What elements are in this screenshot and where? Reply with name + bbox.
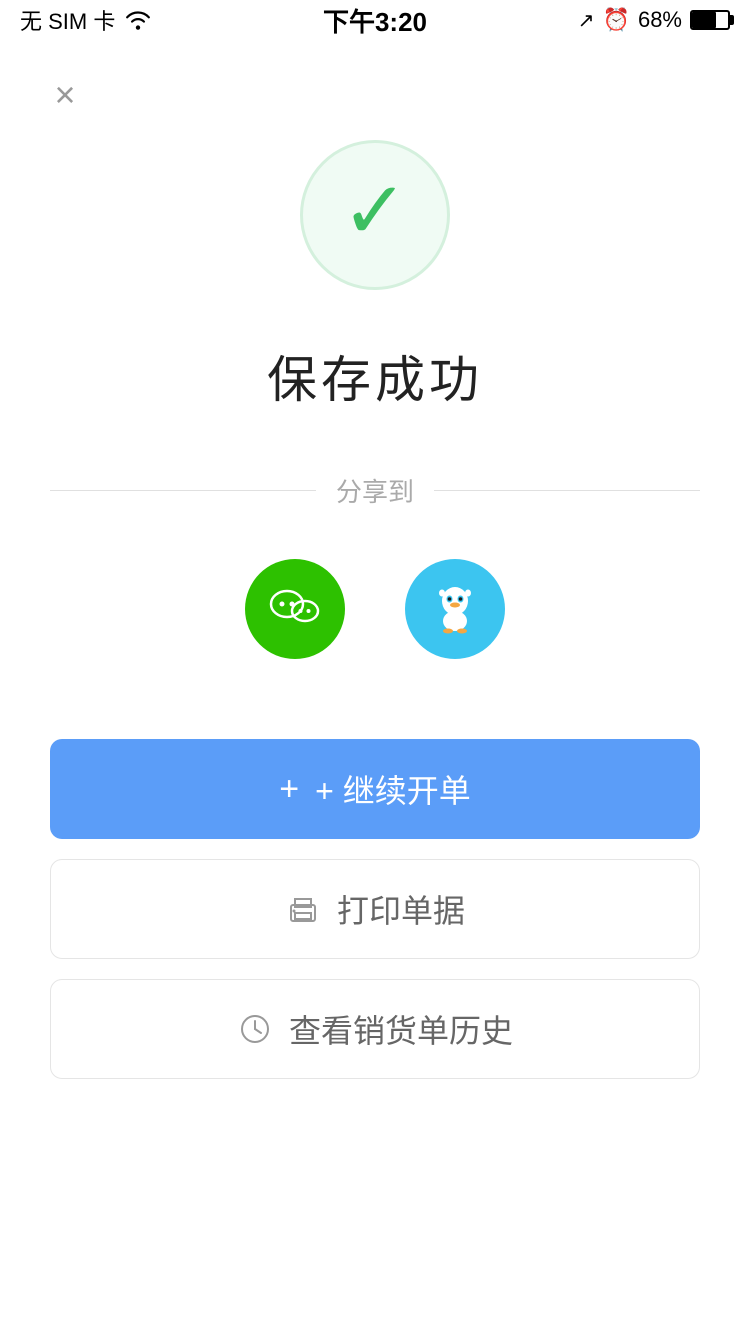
battery-percent: 68% bbox=[638, 7, 682, 33]
qq-share-button[interactable] bbox=[405, 559, 505, 659]
close-icon: × bbox=[54, 77, 75, 113]
continue-icon: + bbox=[279, 770, 299, 809]
action-buttons: + + 继续开单 打印单据 查看销货单历史 bbox=[50, 739, 700, 1079]
wechat-icon bbox=[265, 579, 325, 639]
no-sim-text: 无 SIM 卡 bbox=[20, 4, 115, 36]
main-content: × ✓ 保存成功 分享到 bbox=[0, 40, 750, 1334]
share-divider: 分享到 bbox=[50, 472, 700, 509]
alarm-icon: ⏰ bbox=[603, 7, 630, 33]
share-label: 分享到 bbox=[336, 472, 414, 509]
history-icon bbox=[237, 1011, 273, 1047]
divider-line-right bbox=[434, 490, 700, 491]
status-right: ↗ ⏰ 68% bbox=[578, 7, 730, 33]
success-title: 保存成功 bbox=[267, 340, 483, 412]
checkmark-icon: ✓ bbox=[341, 171, 408, 251]
battery-icon bbox=[690, 10, 730, 30]
print-button[interactable]: 打印单据 bbox=[50, 859, 700, 959]
wechat-share-button[interactable] bbox=[245, 559, 345, 659]
status-bar: 无 SIM 卡 下午3:20 ↗ ⏰ 68% bbox=[0, 0, 750, 40]
divider-line-left bbox=[50, 490, 316, 491]
history-button[interactable]: 查看销货单历史 bbox=[50, 979, 700, 1079]
wifi-icon bbox=[125, 10, 151, 30]
share-icons-row bbox=[245, 559, 505, 659]
continue-label: + 继续开单 bbox=[315, 766, 471, 812]
print-label: 打印单据 bbox=[337, 886, 465, 932]
continue-button[interactable]: + + 继续开单 bbox=[50, 739, 700, 839]
close-button[interactable]: × bbox=[40, 70, 90, 120]
printer-icon bbox=[285, 891, 321, 927]
status-left: 无 SIM 卡 bbox=[20, 4, 151, 36]
history-label: 查看销货单历史 bbox=[289, 1006, 513, 1052]
location-icon: ↗ bbox=[578, 8, 595, 33]
success-circle: ✓ bbox=[300, 140, 450, 290]
status-time: 下午3:20 bbox=[323, 2, 427, 39]
qq-icon bbox=[425, 579, 485, 639]
